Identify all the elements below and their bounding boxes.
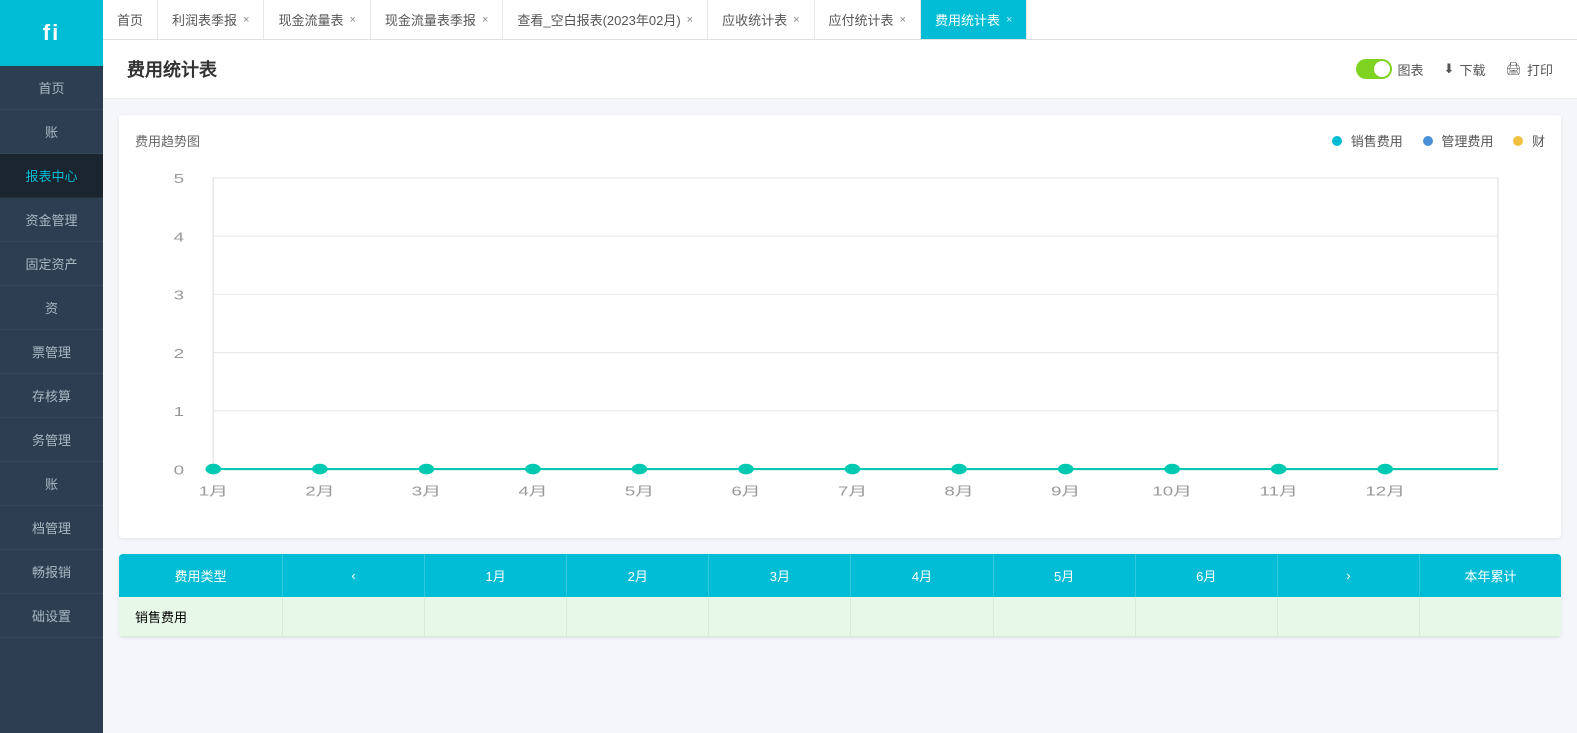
sidebar-item-capital[interactable]: 资 <box>0 286 103 330</box>
tab-cashflow[interactable]: 现金流量表 × <box>264 0 370 40</box>
sidebar-item-inventory[interactable]: 存核算 <box>0 374 103 418</box>
sidebar-item-tickets[interactable]: 票管理 <box>0 330 103 374</box>
th-next-arrow[interactable]: › <box>1278 554 1420 597</box>
td-m5 <box>994 597 1136 636</box>
table-row: 销售费用 <box>119 597 1561 637</box>
chart-title: 费用趋势图 <box>135 131 200 150</box>
svg-text:4: 4 <box>174 230 185 244</box>
tab-blank-report[interactable]: 查看_空白报表(2023年02月) × <box>503 0 708 40</box>
main-content: 首页 利润表季报 × 现金流量表 × 现金流量表季报 × 查看_空白报表(202… <box>103 0 1577 733</box>
svg-text:3: 3 <box>174 289 185 303</box>
chart-toggle[interactable] <box>1356 59 1392 79</box>
page-title: 费用统计表 <box>127 56 217 82</box>
svg-text:9月: 9月 <box>1051 484 1080 498</box>
print-button[interactable]: 🖨 打印 <box>1505 60 1553 79</box>
td-type: 销售费用 <box>119 597 283 636</box>
page-header: 费用统计表 图表 ⬇ 下载 🖨 打印 <box>103 40 1577 99</box>
td-empty2 <box>1278 597 1420 636</box>
th-month5: 5月 <box>994 554 1136 597</box>
svg-text:8月: 8月 <box>944 484 973 498</box>
legend-dot-sales <box>1332 136 1342 146</box>
th-prev-arrow[interactable]: ‹ <box>283 554 425 597</box>
sidebar-item-home[interactable]: 首页 <box>0 66 103 110</box>
tab-close-expense[interactable]: × <box>1006 14 1012 26</box>
th-month1: 1月 <box>425 554 567 597</box>
print-icon: 🖨 <box>1505 61 1522 77</box>
table-body: 销售费用 <box>119 597 1561 637</box>
td-m2 <box>567 597 709 636</box>
svg-text:1月: 1月 <box>199 484 228 498</box>
header-actions: 图表 ⬇ 下载 🖨 打印 <box>1356 59 1553 79</box>
sidebar-item-funds[interactable]: 资金管理 <box>0 198 103 242</box>
tab-profit-quarterly[interactable]: 利润表季报 × <box>158 0 264 40</box>
th-expense-type: 费用类型 <box>119 554 283 597</box>
tab-close-cashflow[interactable]: × <box>349 14 355 26</box>
legend-dot-finance <box>1513 136 1523 146</box>
svg-text:2: 2 <box>174 347 185 361</box>
legend-sales: 销售费用 <box>1332 131 1403 150</box>
td-m6 <box>1136 597 1278 636</box>
legend-management: 管理费用 <box>1423 131 1494 150</box>
legend-dot-management <box>1423 136 1433 146</box>
tab-expense[interactable]: 费用统计表 × <box>921 0 1027 40</box>
download-button[interactable]: ⬇ 下载 <box>1444 60 1486 79</box>
sidebar-logo: fi <box>0 0 103 66</box>
svg-text:4月: 4月 <box>518 484 547 498</box>
th-month4: 4月 <box>851 554 993 597</box>
tab-close-profit-quarterly[interactable]: × <box>243 14 249 26</box>
tab-receivable[interactable]: 应收统计表 × <box>708 0 814 40</box>
svg-text:7月: 7月 <box>838 484 867 498</box>
legend-finance: 财 <box>1513 131 1545 150</box>
th-ytd: 本年累计 <box>1420 554 1561 597</box>
th-month2: 2月 <box>567 554 709 597</box>
svg-text:10月: 10月 <box>1152 484 1192 498</box>
tab-close-payable[interactable]: × <box>900 14 906 26</box>
download-icon: ⬇ <box>1444 61 1455 77</box>
sidebar-item-account[interactable]: 账 <box>0 110 103 154</box>
td-m1 <box>425 597 567 636</box>
svg-text:1: 1 <box>174 405 185 419</box>
svg-text:3月: 3月 <box>412 484 441 498</box>
sidebar-item-settings[interactable]: 础设置 <box>0 594 103 638</box>
chart-toggle-wrap: 图表 <box>1356 59 1424 79</box>
tab-close-cashflow-quarterly[interactable]: × <box>482 14 488 26</box>
chart-toggle-label: 图表 <box>1398 60 1424 79</box>
sidebar: fi 首页 账 报表中心 资金管理 固定资产 资 票管理 存核算 务管理 账 档… <box>0 0 103 733</box>
tab-bar: 首页 利润表季报 × 现金流量表 × 现金流量表季报 × 查看_空白报表(202… <box>103 0 1577 40</box>
table-header: 费用类型 ‹ 1月 2月 3月 4月 5月 6月 › 本年累计 <box>119 554 1561 597</box>
svg-text:5月: 5月 <box>625 484 654 498</box>
sidebar-item-reports[interactable]: 报表中心 <box>0 154 103 198</box>
svg-text:11月: 11月 <box>1260 484 1298 498</box>
table-section: 费用类型 ‹ 1月 2月 3月 4月 5月 6月 › 本年累计 销售费用 <box>119 554 1561 637</box>
svg-text:12月: 12月 <box>1365 484 1405 498</box>
tab-payable[interactable]: 应付统计表 × <box>815 0 921 40</box>
sidebar-item-assets[interactable]: 固定资产 <box>0 242 103 286</box>
tab-cashflow-quarterly[interactable]: 现金流量表季报 × <box>371 0 503 40</box>
chart-section: 费用趋势图 销售费用 管理费用 财 <box>119 115 1561 538</box>
td-m4 <box>851 597 993 636</box>
th-month3: 3月 <box>709 554 851 597</box>
svg-text:0: 0 <box>174 463 185 477</box>
tab-home[interactable]: 首页 <box>103 0 158 40</box>
td-empty1 <box>283 597 425 636</box>
td-m3 <box>709 597 851 636</box>
chart-header: 费用趋势图 销售费用 管理费用 财 <box>135 131 1545 150</box>
td-ytd <box>1420 597 1561 636</box>
tab-close-receivable[interactable]: × <box>793 14 799 26</box>
th-month6: 6月 <box>1136 554 1278 597</box>
svg-text:2月: 2月 <box>305 484 334 498</box>
svg-text:6月: 6月 <box>731 484 760 498</box>
chart-svg: 5 4 3 2 1 0 <box>135 162 1545 522</box>
sidebar-item-archives[interactable]: 档管理 <box>0 506 103 550</box>
tab-close-blank-report[interactable]: × <box>687 14 693 26</box>
page-area: 费用统计表 图表 ⬇ 下载 🖨 打印 费用趋势图 <box>103 40 1577 733</box>
sidebar-item-expense[interactable]: 畅报销 <box>0 550 103 594</box>
chart-legend: 销售费用 管理费用 财 <box>1332 131 1545 150</box>
sidebar-item-ledger[interactable]: 账 <box>0 462 103 506</box>
svg-text:5: 5 <box>174 172 185 186</box>
sidebar-item-business[interactable]: 务管理 <box>0 418 103 462</box>
chart-container: 5 4 3 2 1 0 <box>135 162 1545 522</box>
